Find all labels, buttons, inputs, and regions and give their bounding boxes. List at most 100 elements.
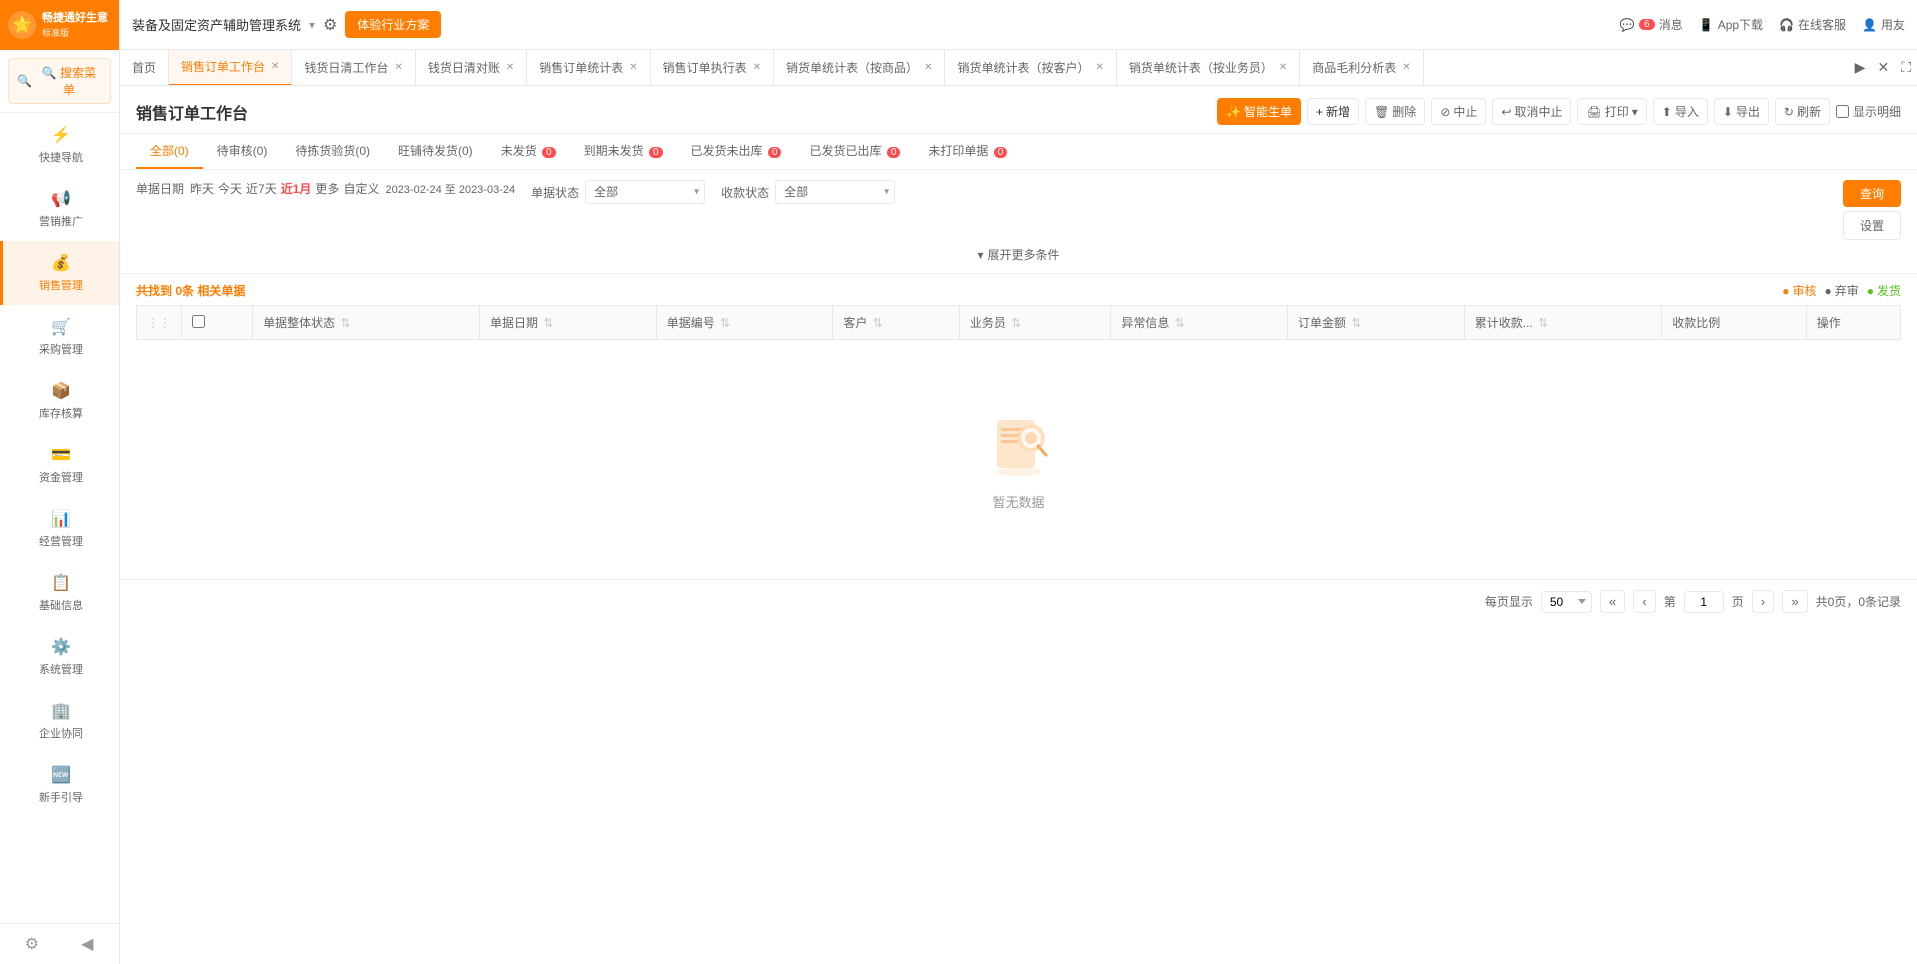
next-page-button[interactable]: ›	[1752, 590, 1774, 613]
tab-sales-stats-product[interactable]: 销货单统计表（按商品） ✕	[774, 50, 945, 86]
refresh-button[interactable]: ↻ 刷新	[1775, 98, 1830, 125]
export-button[interactable]: ⬇ 导出	[1714, 98, 1769, 125]
sidebar-item-inventory[interactable]: 📦 库存核算	[0, 369, 119, 433]
date-opt-more[interactable]: 更多	[315, 180, 339, 197]
tab-sales-stats-customer[interactable]: 销货单统计表（按客户） ✕	[945, 50, 1116, 86]
tab-fullscreen-button[interactable]: ⛶	[1895, 59, 1917, 76]
sidebar-item-sales[interactable]: 💰 销售管理	[0, 241, 119, 305]
add-button[interactable]: + 新增	[1307, 98, 1359, 125]
import-button[interactable]: ⬆ 导入	[1653, 98, 1708, 125]
review-action-button[interactable]: ● 审核	[1782, 282, 1816, 299]
tab-product-margin[interactable]: 商品毛利分析表 ✕	[1300, 50, 1423, 86]
sub-tab-not-printed[interactable]: 未打印单据 0	[914, 134, 1021, 169]
tab-close-icon[interactable]: ✕	[629, 62, 637, 73]
cancel-stop-button[interactable]: ↩ 取消中止	[1492, 98, 1571, 125]
tab-close-icon[interactable]: ✕	[1279, 62, 1287, 73]
sub-tab-pending-inspect[interactable]: 待拣货验货(0)	[281, 134, 384, 169]
payment-select[interactable]: 全部	[775, 180, 895, 204]
date-opt-custom[interactable]: 自定义	[343, 180, 379, 197]
table-count-suffix: 相关单据	[197, 284, 245, 298]
tab-close-icon[interactable]: ✕	[506, 62, 514, 73]
tab-sales-order-stats[interactable]: 销售订单统计表 ✕	[527, 50, 650, 86]
purchase-icon: 🛒	[51, 317, 71, 337]
cancel-stop-label: 取消中止	[1514, 103, 1562, 120]
tab-close-icon[interactable]: ✕	[1402, 62, 1410, 73]
sidebar-item-marketing[interactable]: 📢 营销推广	[0, 177, 119, 241]
tab-label: 钱货日清工作台	[304, 59, 388, 76]
tab-scroll-right-button[interactable]: ▶	[1849, 59, 1872, 76]
sub-tab-pending-review[interactable]: 待审核(0)	[203, 134, 282, 169]
sub-tab-all[interactable]: 全部(0)	[136, 134, 203, 169]
sub-tab-not-shipped[interactable]: 未发货 0	[487, 134, 570, 169]
sidebar-item-basic[interactable]: 📋 基础信息	[0, 561, 119, 625]
sidebar-item-system[interactable]: ⚙️ 系统管理	[0, 625, 119, 689]
first-page-button[interactable]: «	[1600, 590, 1625, 613]
search-menu-button[interactable]: 🔍 🔍 搜索菜单	[8, 58, 111, 104]
tab-close-icon[interactable]: ✕	[394, 62, 402, 73]
sub-tab-overdue-ship[interactable]: 到期未发货 0	[570, 134, 677, 169]
sidebar-settings-button[interactable]: ⚙	[8, 934, 56, 954]
status-select[interactable]: 全部	[585, 180, 705, 204]
tab-close-icon[interactable]: ✕	[271, 61, 279, 72]
ship-action-button[interactable]: ● 发货	[1867, 282, 1901, 299]
date-opt-7days[interactable]: 近7天	[246, 180, 277, 197]
sidebar-item-quick-nav[interactable]: ⚡ 快捷导航	[0, 113, 119, 177]
per-page-select[interactable]: 50 10 20 100	[1541, 591, 1592, 613]
sidebar-item-enterprise[interactable]: 🏢 企业协同	[0, 689, 119, 753]
basic-icon: 📋	[51, 573, 71, 593]
sub-tab-shipped-stocked[interactable]: 已发货已出库 0	[795, 134, 914, 169]
sidebar-collapse-button[interactable]: ◀	[64, 934, 112, 954]
tab-sales-order-workbench[interactable]: 销售订单工作台 ✕	[169, 50, 292, 86]
industry-plan-button[interactable]: 体验行业方案	[345, 11, 441, 38]
select-all-checkbox[interactable]	[192, 315, 205, 328]
tab-close-icon[interactable]: ✕	[924, 62, 932, 73]
cancel-review-action-button[interactable]: ● 弃审	[1824, 282, 1858, 299]
stop-button[interactable]: ⊘ 中止	[1431, 98, 1486, 125]
sidebar-item-guide[interactable]: 🆕 新手引导	[0, 753, 119, 817]
system-title-dropdown-icon[interactable]: ▾	[309, 18, 315, 32]
date-opt-1month[interactable]: 近1月	[281, 180, 312, 197]
tab-close-icon[interactable]: ✕	[1095, 62, 1103, 73]
th-number: 单据编号 ⇅	[656, 306, 833, 340]
page-inner: 销售订单工作台 ✨ 智能生单 + 新增 🗑 删除 ⊘	[120, 86, 1917, 964]
user-menu-button[interactable]: 👤 用友	[1862, 16, 1905, 33]
tab-close-all-button[interactable]: ✕	[1871, 59, 1895, 76]
expand-filter-button[interactable]: ▾ 展开更多条件	[136, 246, 1901, 263]
delete-button[interactable]: 🗑 删除	[1365, 98, 1425, 125]
logo-sub: 标准版	[42, 26, 108, 39]
show-detail-checkbox[interactable]	[1836, 105, 1849, 118]
date-opt-yesterday[interactable]: 昨天	[190, 180, 214, 197]
print-button[interactable]: 🖨 打印 ▾	[1577, 98, 1646, 125]
system-settings-icon[interactable]: ⚙	[323, 15, 337, 35]
tab-close-icon[interactable]: ✕	[753, 62, 761, 73]
app-download-button[interactable]: 📱 App下载	[1699, 16, 1763, 33]
tab-home[interactable]: 首页	[120, 50, 169, 86]
tab-bar: 首页 销售订单工作台 ✕ 钱货日清工作台 ✕ 钱货日清对账 ✕ 销售订单统计表 …	[120, 50, 1917, 86]
show-detail-toggle[interactable]: 显示明细	[1836, 103, 1901, 120]
setup-button[interactable]: 设置	[1843, 211, 1901, 240]
prev-page-button[interactable]: ‹	[1633, 590, 1655, 613]
sub-tab-wangpu-ship[interactable]: 旺铺待发货(0)	[384, 134, 487, 169]
smart-create-button[interactable]: ✨ 智能生单	[1217, 98, 1301, 125]
page-title: 销售订单工作台	[136, 100, 248, 124]
sidebar-item-finance[interactable]: 💳 资金管理	[0, 433, 119, 497]
mobile-icon: 📱	[1699, 18, 1714, 32]
page-input[interactable]	[1684, 591, 1724, 613]
table-count-number: 0条	[175, 284, 194, 298]
tab-sales-order-execute[interactable]: 销售订单执行表 ✕	[651, 50, 774, 86]
date-opt-today[interactable]: 今天	[218, 180, 242, 197]
tab-cash-daily[interactable]: 钱货日清工作台 ✕	[292, 50, 415, 86]
query-button[interactable]: 查询	[1843, 180, 1901, 207]
sidebar-item-operations[interactable]: 📊 经营管理	[0, 497, 119, 561]
message-button[interactable]: 💬 6 消息	[1620, 16, 1683, 33]
tab-sales-stats-staff[interactable]: 销货单统计表（按业务员） ✕	[1117, 50, 1300, 86]
online-service-button[interactable]: 🎧 在线客服	[1779, 16, 1846, 33]
sub-tab-shipped-not-stocked[interactable]: 已发货未出库 0	[677, 134, 796, 169]
tab-cash-goods-reconcile[interactable]: 钱货日清对账 ✕	[416, 50, 527, 86]
tab-label: 钱货日清对账	[428, 59, 500, 76]
total-records-label: 共0页，0条记录	[1816, 593, 1901, 610]
last-page-button[interactable]: »	[1782, 590, 1807, 613]
export-icon: ⬇	[1723, 105, 1733, 119]
sidebar-item-label: 采购管理	[39, 341, 83, 357]
sidebar-item-purchase[interactable]: 🛒 采购管理	[0, 305, 119, 369]
